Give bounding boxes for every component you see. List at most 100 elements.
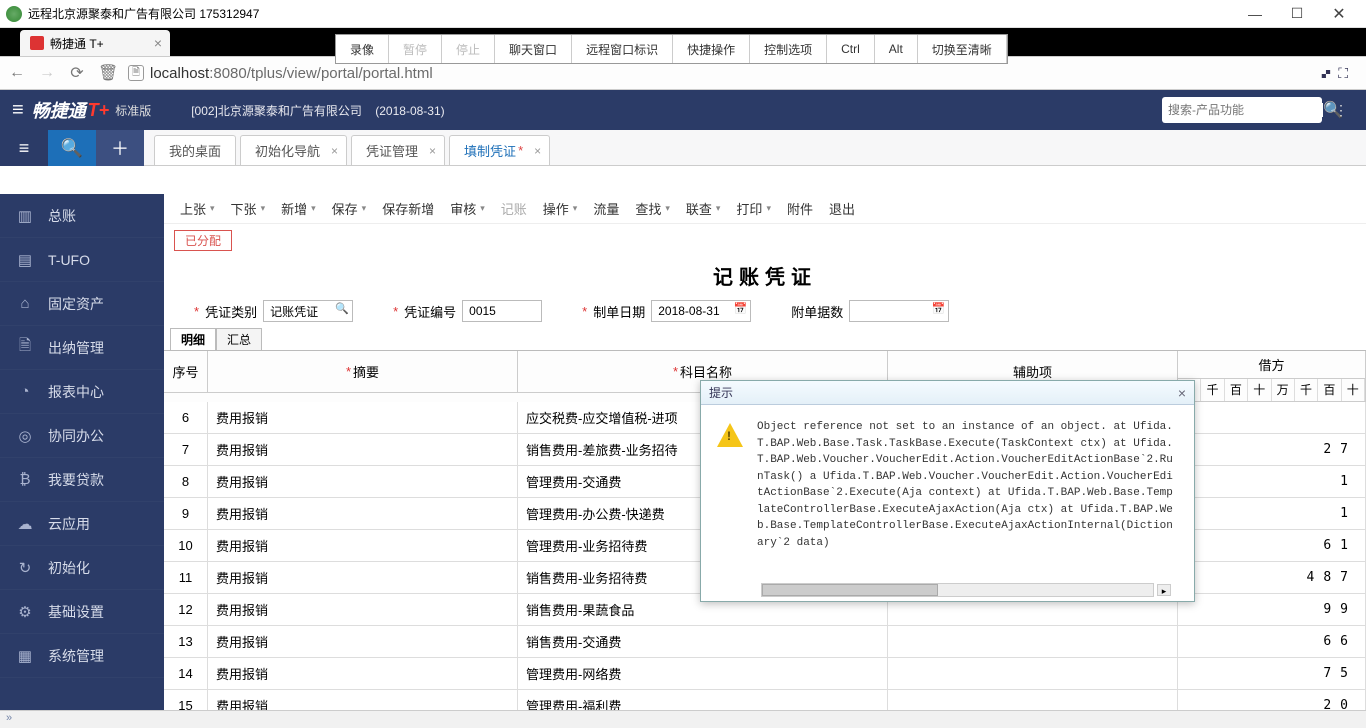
address-bar[interactable]: 🗎 localhost:8080/tplus/view/portal/porta…: [128, 65, 1310, 82]
app-tab-3[interactable]: 填制凭证*×: [449, 135, 550, 165]
sidebar-item-9[interactable]: ⚙ 基础设置: [0, 590, 164, 634]
rc-btn-8[interactable]: Alt: [875, 35, 918, 63]
table-row[interactable]: 13费用报销销售费用-交通费66: [164, 626, 1366, 658]
dialog-message: Object reference not set to an instance …: [757, 419, 1178, 551]
sidebar-toggle-icon[interactable]: ≡: [0, 130, 48, 166]
sidebar-item-0[interactable]: ▥总账: [0, 194, 164, 238]
table-row[interactable]: 14费用报销管理费用-网络费75: [164, 658, 1366, 690]
sidebar-icon: ☁: [16, 515, 34, 533]
app-tab-1[interactable]: 初始化导航×: [240, 135, 347, 165]
rc-btn-1[interactable]: 暂停: [389, 35, 442, 63]
sidebar-item-8[interactable]: ↻初始化: [0, 546, 164, 590]
sidebar-icon: ₿: [16, 471, 34, 488]
toolbar-btn-4[interactable]: 保存新增: [376, 199, 440, 218]
sidebar-label: 云应用: [48, 514, 90, 534]
toolbar-btn-7[interactable]: 操作: [537, 199, 584, 218]
status-tag: 已分配: [174, 230, 232, 251]
app-tab-2[interactable]: 凭证管理×: [351, 135, 445, 165]
tab-close-icon[interactable]: ×: [534, 144, 541, 158]
voucher-type-input[interactable]: [263, 300, 353, 322]
rc-btn-2[interactable]: 停止: [442, 35, 495, 63]
scroll-right-icon[interactable]: ▸: [1157, 584, 1171, 596]
sidebar-item-5[interactable]: ◎协同办公: [0, 414, 164, 458]
rc-btn-0[interactable]: 录像: [336, 35, 389, 63]
sidebar-item-2[interactable]: ⌂固定资产: [0, 282, 164, 326]
toolbar-btn-0[interactable]: 上张: [174, 199, 221, 218]
statusbar-chevron-icon[interactable]: »: [6, 712, 12, 724]
global-search-icon[interactable]: 🔍: [48, 130, 96, 166]
site-info-icon[interactable]: 🗎: [128, 65, 144, 81]
nav-reload-icon[interactable]: ⟳: [68, 63, 86, 83]
rc-btn-9[interactable]: 切换至清晰: [918, 35, 1007, 63]
minimize-button[interactable]: —: [1234, 1, 1276, 27]
addr-extra-icon-2[interactable]: ⛶: [1338, 65, 1348, 82]
search-box[interactable]: 🔍: [1162, 97, 1322, 123]
toolbar-btn-10[interactable]: 联查: [680, 199, 727, 218]
field-att-label: 附单据数: [791, 302, 843, 321]
rc-btn-6[interactable]: 控制选项: [750, 35, 827, 63]
sidebar-item-3[interactable]: 🗎出纳管理: [0, 326, 164, 370]
rc-btn-5[interactable]: 快捷操作: [673, 35, 750, 63]
field-date-label: 制单日期: [593, 302, 645, 321]
toolbar-btn-11[interactable]: 打印: [730, 199, 777, 218]
sidebar-label: 基础设置: [48, 602, 104, 622]
maximize-button[interactable]: ☐: [1276, 1, 1318, 27]
col-seq: 序号: [164, 351, 208, 393]
toolbar-btn-8[interactable]: 流量: [587, 199, 625, 218]
toolbar-btn-5[interactable]: 审核: [444, 199, 491, 218]
sidebar-item-1[interactable]: ▤T-UFO: [0, 238, 164, 282]
nav-forward-icon[interactable]: →: [38, 64, 56, 82]
voucher-date-input[interactable]: [651, 300, 751, 322]
brand: 畅捷通T+ 标准版: [32, 97, 152, 123]
toolbar-btn-9[interactable]: 查找: [629, 199, 676, 218]
browser-tab[interactable]: 畅捷通 T+: [20, 30, 170, 56]
header-extra-icon[interactable]: ⋮: [1334, 102, 1354, 119]
dialog-title: 提示: [709, 384, 733, 401]
tab-close-icon[interactable]: ×: [331, 144, 338, 158]
field-no-label: 凭证编号: [404, 302, 456, 321]
sidebar-item-7[interactable]: ☁ 云应用: [0, 502, 164, 546]
scrollbar-thumb[interactable]: [762, 584, 938, 596]
app-icon: [6, 6, 22, 22]
voucher-no-input[interactable]: [462, 300, 542, 322]
new-item-icon[interactable]: ＋: [96, 130, 144, 166]
col-summary: 摘要: [208, 351, 518, 393]
sidebar-item-4[interactable]: ◔报表中心: [0, 370, 164, 414]
sidebar-label: 出纳管理: [48, 338, 104, 358]
toolbar-btn-13[interactable]: 退出: [823, 199, 861, 218]
sidebar-icon: ◔: [16, 383, 34, 400]
detail-subtabs: 明细汇总: [164, 328, 1366, 350]
subtab-0[interactable]: 明细: [170, 328, 216, 350]
hamburger-icon[interactable]: ≡: [12, 99, 22, 122]
sidebar-label: T-UFO: [48, 252, 90, 268]
toolbar-btn-2[interactable]: 新增: [275, 199, 322, 218]
sidebar-icon: ◎: [16, 427, 34, 445]
addr-extra-icon-1[interactable]: 🙾: [1322, 65, 1330, 82]
toolbar-btn-1[interactable]: 下张: [225, 199, 272, 218]
attachment-count-input[interactable]: [849, 300, 949, 322]
app-header: ≡ 畅捷通T+ 标准版 [002]北京源聚泰和广告有限公司 (2018-08-3…: [0, 90, 1366, 130]
app-tab-0[interactable]: 我的桌面: [154, 135, 236, 165]
sidebar-icon: ⚙: [16, 603, 34, 621]
rc-btn-7[interactable]: Ctrl: [827, 35, 875, 63]
app-tabs: 我的桌面初始化导航×凭证管理×填制凭证*×: [144, 130, 1366, 166]
table-row[interactable]: 15费用报销管理费用-福利费20: [164, 690, 1366, 710]
nav-trash-icon[interactable]: 🗑: [98, 63, 116, 83]
nav-back-icon[interactable]: ←: [8, 64, 26, 82]
search-input[interactable]: [1168, 103, 1323, 117]
close-button[interactable]: ✕: [1318, 1, 1360, 27]
tab-close-icon[interactable]: ×: [429, 144, 436, 158]
rc-btn-4[interactable]: 远程窗口标识: [572, 35, 673, 63]
org-date: (2018-08-31): [375, 104, 444, 118]
sidebar-item-10[interactable]: ▦系统管理: [0, 634, 164, 678]
toolbar-btn-3[interactable]: 保存: [326, 199, 373, 218]
dialog-scrollbar[interactable]: ▸: [761, 583, 1154, 597]
window-titlebar: 远程北京源聚泰和广告有限公司 175312947 — ☐ ✕: [0, 0, 1366, 28]
toolbar-btn-12[interactable]: 附件: [781, 199, 819, 218]
sidebar-item-6[interactable]: ₿我要贷款: [0, 458, 164, 502]
dialog-close-icon[interactable]: ×: [1178, 385, 1186, 401]
toolbar-btn-6: 记账: [495, 199, 533, 218]
rc-btn-3[interactable]: 聊天窗口: [495, 35, 572, 63]
sidebar: ▥总账▤T-UFO⌂固定资产🗎出纳管理◔报表中心◎协同办公₿我要贷款 ☁ 云应用 ↻初…: [0, 194, 164, 710]
subtab-1[interactable]: 汇总: [216, 328, 262, 350]
